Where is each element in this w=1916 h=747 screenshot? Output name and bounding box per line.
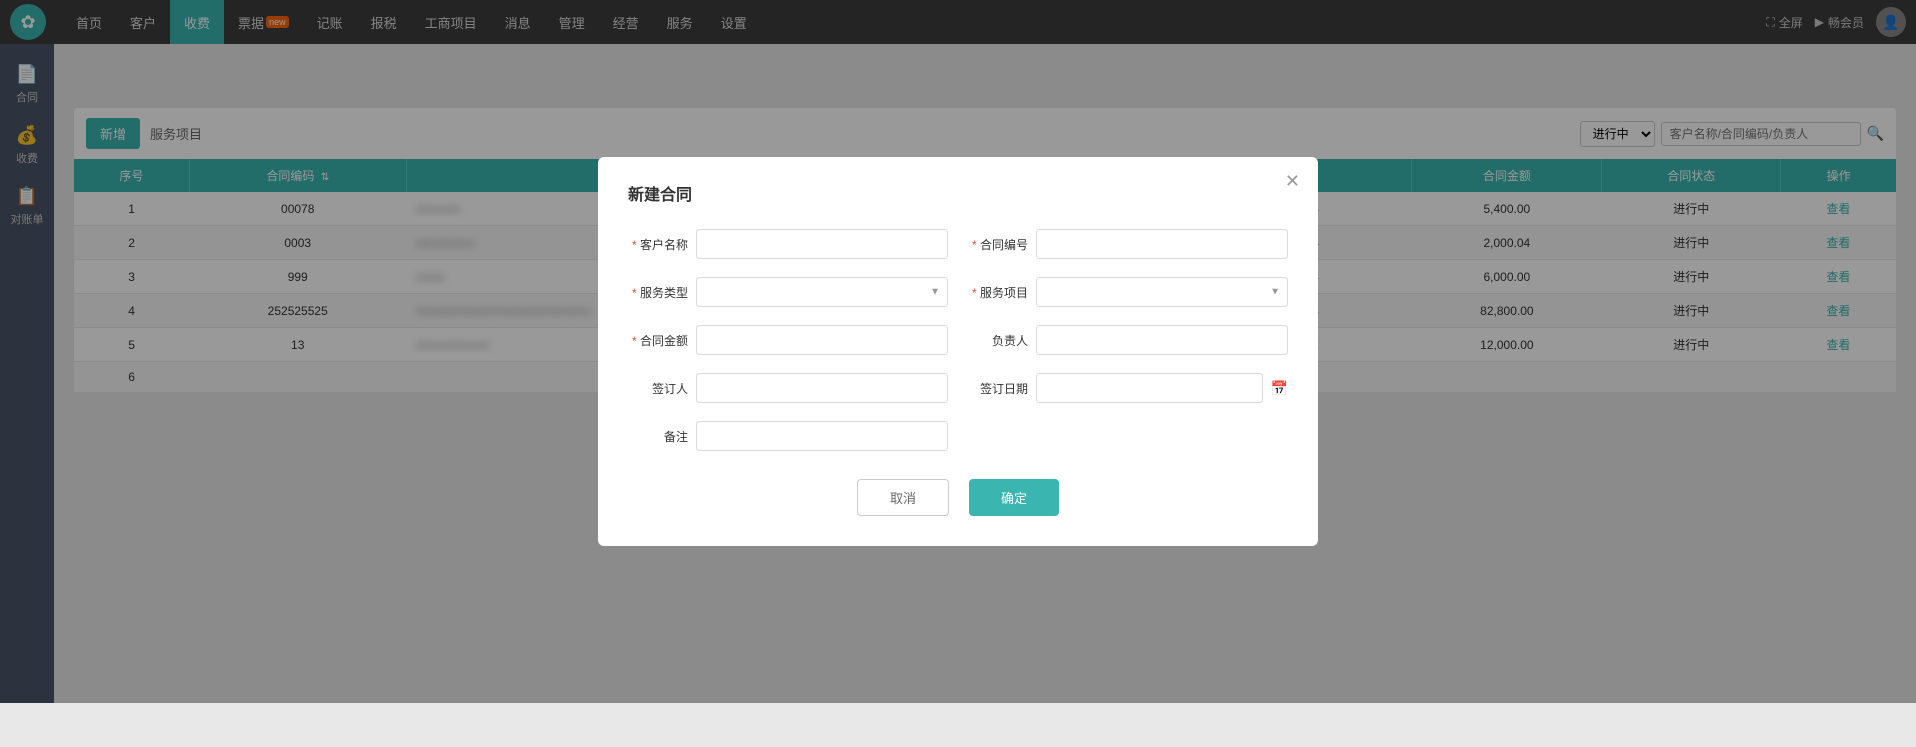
service-type-select-wrap: ▼ (696, 277, 948, 307)
service-type-label: 服务类型 (628, 284, 688, 301)
signer-field: 签订人 (628, 373, 948, 403)
amount-field: 合同金额 0.00 (628, 325, 948, 355)
remark-label: 备注 (628, 428, 688, 445)
modal-close-button[interactable]: ✕ (1285, 171, 1300, 192)
sign-date-input[interactable]: 2023-06-06 (1036, 373, 1263, 403)
confirm-button[interactable]: 确定 (969, 479, 1059, 516)
responsible-input[interactable] (1036, 325, 1288, 355)
service-type-field: 服务类型 ▼ (628, 277, 948, 307)
sign-date-field: 签订日期 2023-06-06 📅 (968, 373, 1288, 403)
contract-no-label: 合同编号 (968, 236, 1028, 253)
cancel-button[interactable]: 取消 (857, 479, 949, 516)
form-row-2: 服务类型 ▼ 服务项目 ▼ (628, 277, 1288, 307)
modal-footer: 取消 确定 (628, 479, 1288, 516)
sign-date-input-wrap: 2023-06-06 📅 (1036, 373, 1288, 403)
service-item-field: 服务项目 ▼ (968, 277, 1288, 307)
signer-label: 签订人 (628, 380, 688, 397)
service-type-select[interactable] (696, 277, 948, 307)
calendar-icon[interactable]: 📅 (1271, 380, 1288, 397)
service-item-select-wrap: ▼ (1036, 277, 1288, 307)
form-row-3: 合同金额 0.00 负责人 (628, 325, 1288, 355)
signer-input[interactable] (696, 373, 948, 403)
form-row-4: 签订人 签订日期 2023-06-06 📅 (628, 373, 1288, 403)
customer-input[interactable] (696, 229, 948, 259)
form-row-1: 客户名称 合同编号 (628, 229, 1288, 259)
new-contract-modal: ✕ 新建合同 客户名称 合同编号 服务类型 ▼ 服务项目 (598, 157, 1318, 546)
sign-date-label: 签订日期 (968, 380, 1028, 397)
form-row-5: 备注 (628, 421, 1288, 451)
customer-label: 客户名称 (628, 236, 688, 253)
responsible-field: 负责人 (968, 325, 1288, 355)
customer-field: 客户名称 (628, 229, 948, 259)
service-item-select[interactable] (1036, 277, 1288, 307)
modal-title: 新建合同 (628, 181, 1288, 205)
contract-no-input[interactable] (1036, 229, 1288, 259)
modal-overlay: ✕ 新建合同 客户名称 合同编号 服务类型 ▼ 服务项目 (0, 0, 1916, 703)
remark-input[interactable] (696, 421, 948, 451)
responsible-label: 负责人 (968, 332, 1028, 349)
service-item-label: 服务项目 (968, 284, 1028, 301)
contract-no-field: 合同编号 (968, 229, 1288, 259)
remark-field: 备注 (628, 421, 948, 451)
amount-input[interactable]: 0.00 (696, 325, 948, 355)
amount-label: 合同金额 (628, 332, 688, 349)
